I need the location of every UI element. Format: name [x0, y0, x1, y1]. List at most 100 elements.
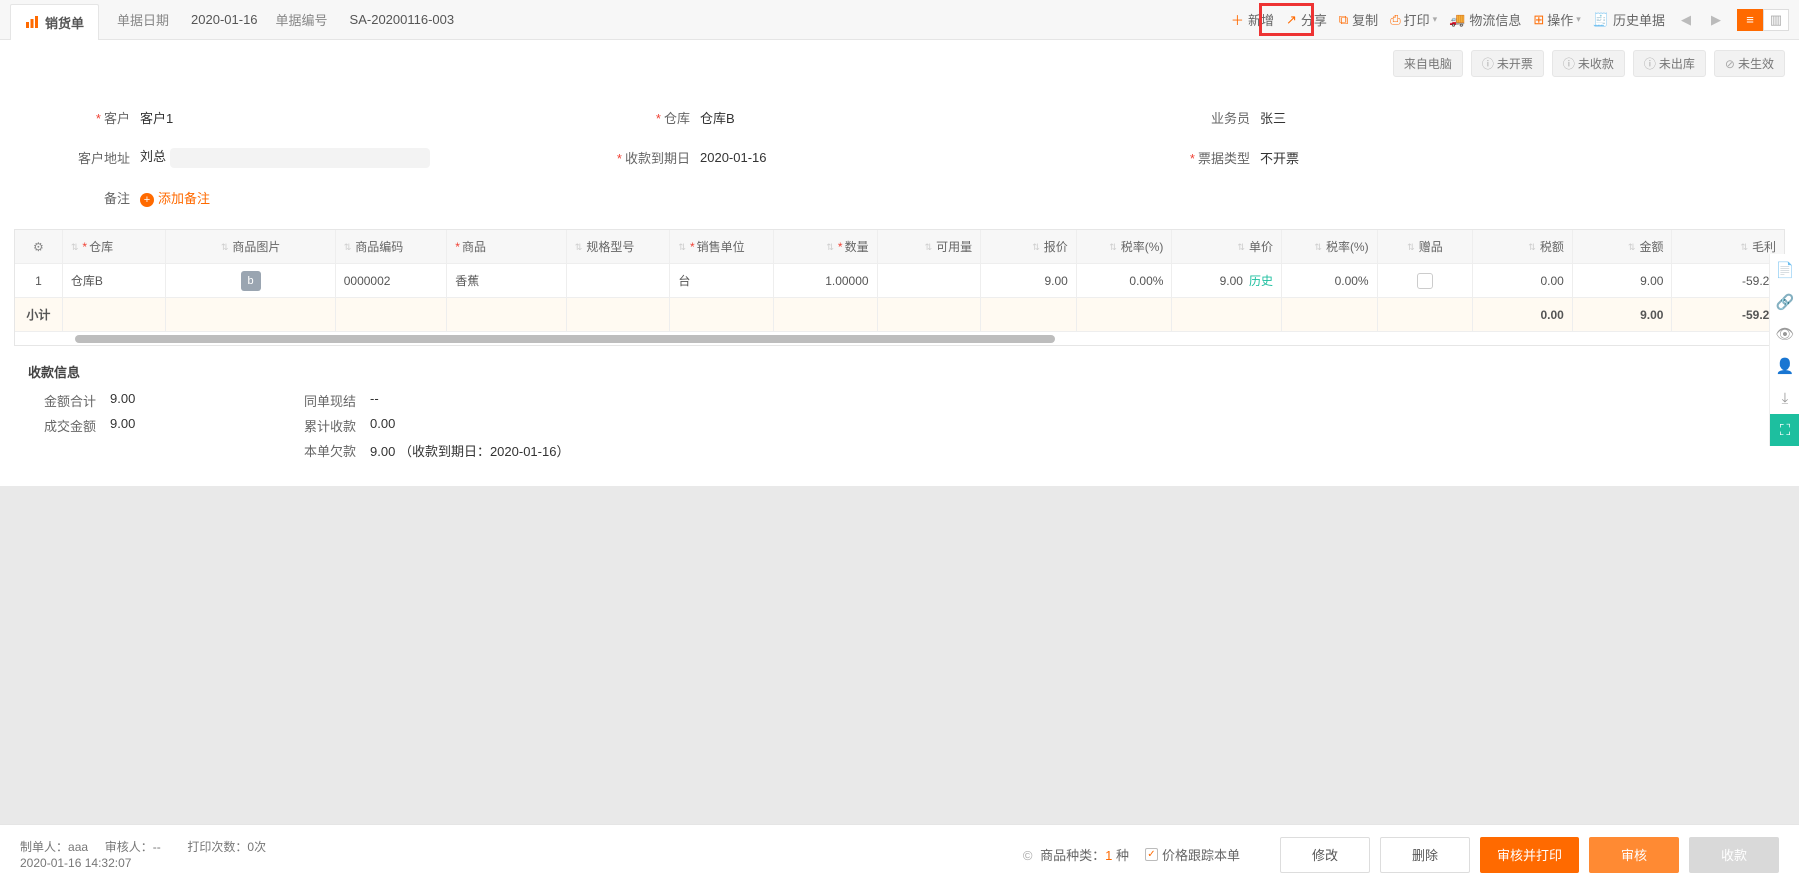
bottom-bar: 制单人：aaa 审核人：-- 打印次数：0次 2020-01-16 14:32:… [0, 824, 1799, 884]
receipt-area: 收款信息 金额合计9.00 同单现结-- 成交金额9.00 累计收款0.00 本… [0, 346, 1799, 486]
customer-value[interactable]: 客户1 [140, 108, 173, 127]
address-input[interactable] [170, 148, 430, 168]
col-image[interactable]: ⇅商品图片 [166, 230, 335, 264]
customer-address[interactable]: 刘总 [140, 146, 430, 168]
status-uninvoiced[interactable]: ⓘ未开票 [1471, 50, 1544, 77]
toolbar-right: ＋新增 ↗分享 ⧉复制 ⎙打印▾ 🚚物流信息 ⊞操作▾ 🧾历史单据 ◀ ▶ ≡ … [1231, 9, 1789, 31]
invoice-type-value[interactable]: 不开票 [1260, 148, 1299, 167]
doc-date-value: 2020-01-16 [191, 12, 258, 27]
sort-icon: ⇅ [221, 243, 229, 251]
cell-image[interactable]: b [166, 264, 335, 298]
scrollbar-thumb[interactable] [75, 335, 1055, 343]
history-link[interactable]: 历史 [1249, 272, 1273, 289]
col-qty[interactable]: ⇅*数量 [774, 230, 878, 264]
sort-icon: ⇅ [1740, 243, 1748, 251]
cell-price[interactable]: 9.00 [981, 264, 1077, 298]
col-taxp[interactable]: ⇅税率(%) [1282, 230, 1378, 264]
logistics-button[interactable]: 🚚物流信息 [1449, 10, 1521, 29]
print-button[interactable]: ⎙打印▾ [1390, 10, 1437, 29]
col-product[interactable]: *商品 [447, 230, 567, 264]
cell-product[interactable]: 香蕉 [447, 264, 567, 298]
cell-qty[interactable]: 1.00000 [774, 264, 878, 298]
col-avail[interactable]: ⇅可用量 [878, 230, 982, 264]
status-ineffective[interactable]: ⊘未生效 [1714, 50, 1785, 77]
status-row: 来自电脑 ⓘ未开票 ⓘ未收款 ⓘ未出库 ⊘未生效 [0, 40, 1799, 87]
chevron-down-icon: ▾ [1433, 14, 1438, 25]
rail-doc-icon[interactable]: 📄 [1770, 254, 1799, 286]
action-button[interactable]: ⊞操作▾ [1533, 10, 1580, 29]
rail-link-icon[interactable]: 🔗 [1770, 286, 1799, 318]
cell-unitprice[interactable]: 9.00历史 [1172, 264, 1282, 298]
sort-icon: ⇅ [925, 243, 933, 251]
receipt-title: 收款信息 [28, 362, 1771, 381]
sort-icon: ⇅ [678, 243, 686, 251]
col-code[interactable]: ⇅商品编码 [336, 230, 448, 264]
col-unit[interactable]: ⇅*销售单位 [670, 230, 774, 264]
cell-spec[interactable] [567, 264, 671, 298]
cell-taxp[interactable]: 0.00% [1282, 264, 1378, 298]
copy-icon: ⧉ [1339, 12, 1348, 28]
due-date-value[interactable]: 2020-01-16 [700, 150, 767, 165]
subtotal-label: 小计 [15, 298, 63, 332]
col-gross[interactable]: ⇅毛利 [1672, 230, 1784, 264]
printer-icon: ⎙ [1390, 12, 1400, 28]
tab-sales-order[interactable]: 销货单 [10, 4, 99, 40]
creator: aaa [68, 840, 88, 854]
rail-view-icon[interactable]: 👁 [1770, 318, 1799, 350]
view-list[interactable]: ≡ [1737, 9, 1763, 31]
col-warehouse[interactable]: ⇅*仓库 [63, 230, 167, 264]
gear-icon[interactable]: ⚙ [33, 240, 44, 254]
table-h-scrollbar[interactable] [14, 332, 1785, 346]
audit-button[interactable]: 审核 [1589, 837, 1679, 873]
checkbox[interactable] [1417, 273, 1433, 289]
cell-taxrate[interactable]: 0.00% [1077, 264, 1173, 298]
form-area: *客户客户1 *仓库仓库B 业务员张三 客户地址刘总 *收款到期日2020-01… [0, 87, 1799, 223]
print-count: 0次 [247, 840, 266, 854]
cell-code[interactable]: 0000002 [336, 264, 448, 298]
warehouse-value[interactable]: 仓库B [700, 108, 735, 127]
owe-amount: 9.00 （收款到期日：2020-01-16） [370, 441, 569, 460]
status-source: 来自电脑 [1393, 50, 1463, 77]
share-icon: ↗ [1286, 12, 1297, 28]
salesman-value[interactable]: 张三 [1260, 108, 1286, 127]
status-unpaid[interactable]: ⓘ未收款 [1552, 50, 1625, 77]
copy-button[interactable]: ⧉复制 [1339, 10, 1378, 29]
status-unshipped[interactable]: ⓘ未出库 [1633, 50, 1706, 77]
col-taxrate[interactable]: ⇅税率(%) [1077, 230, 1173, 264]
sort-icon: ⇅ [1109, 243, 1117, 251]
grid-icon: ⊞ [1533, 12, 1544, 28]
receive-button: 收款 [1689, 837, 1779, 873]
rail-expand-icon[interactable]: ⛶ [1770, 414, 1799, 446]
col-spec[interactable]: ⇅规格型号 [567, 230, 671, 264]
total-amount: 9.00 [110, 391, 135, 410]
history-button[interactable]: 🧾历史单据 [1593, 10, 1665, 29]
cell-gift[interactable] [1378, 264, 1474, 298]
bar-chart-icon [25, 15, 39, 29]
add-remark-link[interactable]: +添加备注 [140, 188, 210, 207]
col-gift[interactable]: ⇅赠品 [1378, 230, 1474, 264]
nav-prev[interactable]: ◀ [1677, 12, 1695, 28]
delete-button[interactable]: 删除 [1380, 837, 1470, 873]
new-button[interactable]: ＋新增 [1231, 10, 1274, 29]
cell-amount: 9.00 [1573, 264, 1673, 298]
table-row[interactable]: 1 仓库B b 0000002 香蕉 台 1.00000 9.00 0.00% … [15, 264, 1784, 298]
edit-button[interactable]: 修改 [1280, 837, 1370, 873]
rail-download-icon[interactable]: ⤓ [1770, 382, 1799, 414]
top-bar: 销货单 单据日期 2020-01-16 单据编号 SA-20200116-003… [0, 0, 1799, 40]
follow-price-check[interactable]: ✓ 价格跟踪本单 [1145, 845, 1240, 864]
sort-icon: ⇅ [1032, 243, 1040, 251]
audit-print-button[interactable]: 审核并打印 [1480, 837, 1579, 873]
rail-user-icon[interactable]: 👤 [1770, 350, 1799, 382]
col-amount[interactable]: ⇅金额 [1573, 230, 1673, 264]
col-price[interactable]: ⇅报价 [981, 230, 1077, 264]
col-unitprice[interactable]: ⇅单价 [1172, 230, 1282, 264]
nav-next[interactable]: ▶ [1707, 12, 1725, 28]
cell-warehouse[interactable]: 仓库B [63, 264, 167, 298]
sort-icon: ⇅ [71, 243, 79, 251]
col-taxamount[interactable]: ⇅税额 [1473, 230, 1573, 264]
table-header: ⚙ ⇅*仓库 ⇅商品图片 ⇅商品编码 *商品 ⇅规格型号 ⇅*销售单位 ⇅*数量… [15, 230, 1784, 264]
view-card[interactable]: ▥ [1763, 9, 1789, 31]
right-rail: 📄 🔗 👁 👤 ⤓ ⛶ [1769, 254, 1799, 446]
cell-unit[interactable]: 台 [670, 264, 774, 298]
share-button[interactable]: ↗分享 [1286, 10, 1327, 29]
